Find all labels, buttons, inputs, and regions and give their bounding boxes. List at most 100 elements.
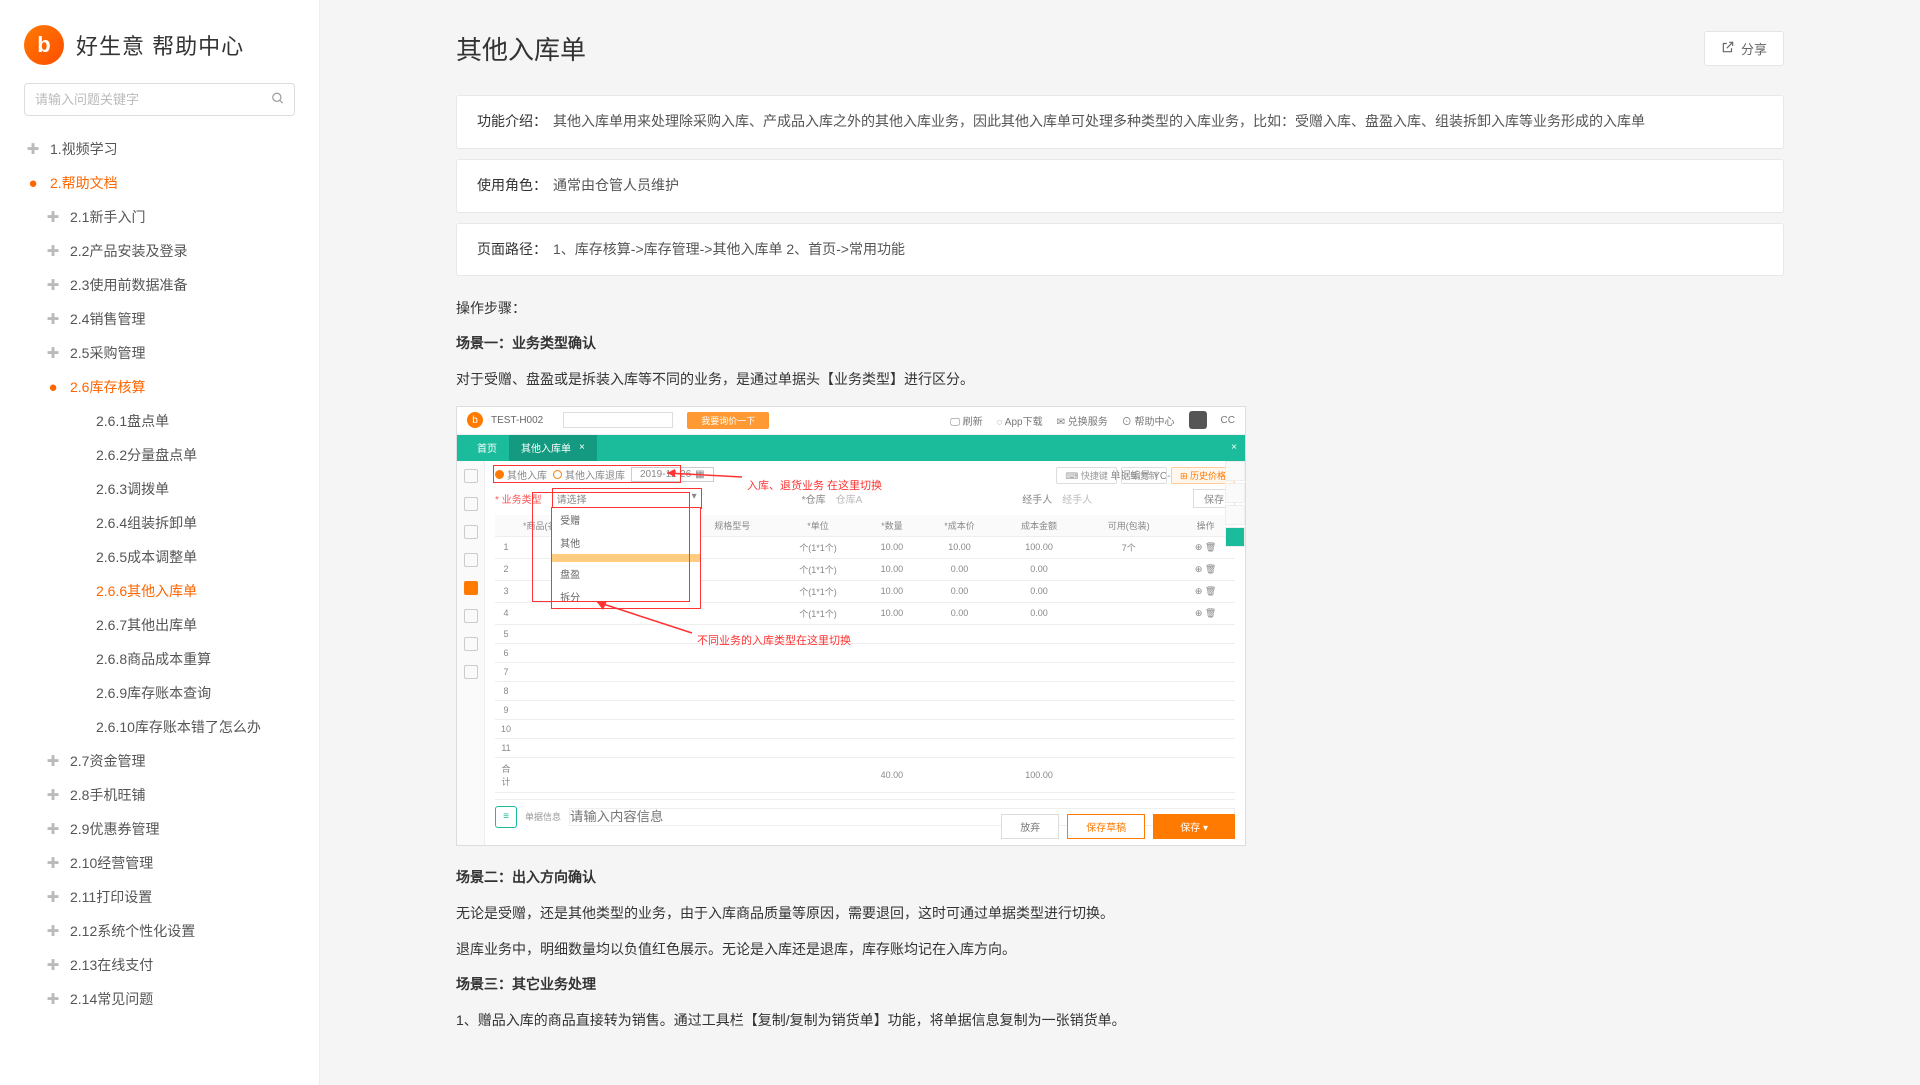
calendar-icon: [464, 553, 478, 567]
scene1-title: 场景一：业务类型确认: [456, 332, 1784, 356]
ss-avatar-icon: [1189, 411, 1207, 429]
inventory-icon: [464, 581, 478, 595]
role-text: 通常由仓管人员维护: [553, 177, 679, 193]
nav-2-12[interactable]: ✚2.12系统个性化设置: [30, 914, 309, 948]
scene2-p1: 无论是受赠，还是其他类型的业务，由于入库商品质量等原因，需要退回，这时可通过单据…: [456, 902, 1784, 926]
nav-2-3[interactable]: ✚2.3使用前数据准备: [30, 268, 309, 302]
brand-title: 好生意 帮助中心: [76, 29, 244, 61]
nav-2-6-1[interactable]: 2.6.1盘点单: [82, 404, 309, 438]
intro-text: 其他入库单用来处理除采购入库、产成品入库之外的其他入库业务，因此其他入库单可处理…: [553, 113, 1645, 129]
role-panel: 使用角色： 通常由仓管人员维护: [456, 159, 1784, 213]
share-label: 分享: [1741, 39, 1767, 58]
plus-icon: ✚: [44, 922, 62, 940]
fullscreen-icon: [1225, 527, 1245, 547]
annotation-box-radio: [493, 465, 681, 483]
nav-2-2[interactable]: ✚2.2产品安装及登录: [30, 234, 309, 268]
ss-user-name: CC: [1221, 415, 1235, 426]
nav-2-14[interactable]: ✚2.14常见问题: [30, 982, 309, 1016]
link-icon: [1225, 505, 1245, 525]
nav-2-4[interactable]: ✚2.4销售管理: [30, 302, 309, 336]
annotation-text-1: 入库、退货业务 在这里切换: [747, 477, 882, 493]
nav-2-6-7[interactable]: 2.6.7其他出库单: [82, 608, 309, 642]
nav-2-10[interactable]: ✚2.10经营管理: [30, 846, 309, 880]
expand-icon: [1225, 483, 1245, 503]
ss-shortcut-pill: ⌨ 快捷键: [1056, 467, 1117, 484]
intro-label: 功能介绍：: [477, 113, 547, 129]
gear-icon: [464, 665, 478, 679]
scene2-title: 场景二：出入方向确认: [456, 866, 1784, 890]
scene2-p2: 退库业务中，明细数量均以负值红色展示。无论是入库还是退库，库存账均记在入库方向。: [456, 938, 1784, 962]
page-title: 其他入库单: [456, 30, 586, 67]
nav-video-learning[interactable]: ✚1.视频学习: [10, 132, 309, 166]
nav-2-6[interactable]: ●2.6库存核算: [30, 370, 309, 404]
chart-icon: [464, 637, 478, 651]
close-icon: ×: [1231, 442, 1237, 453]
ss-save-button: 保存 ▾: [1153, 814, 1235, 839]
plus-icon: ✚: [44, 752, 62, 770]
nav-2-8[interactable]: ✚2.8手机旺铺: [30, 778, 309, 812]
share-icon: [1721, 40, 1735, 57]
table-row: 8: [495, 681, 1235, 700]
role-label: 使用角色：: [477, 177, 547, 193]
plus-icon: ✚: [44, 786, 62, 804]
plus-icon: ✚: [44, 956, 62, 974]
wallet-icon: [464, 609, 478, 623]
scene3-title: 场景三：其它业务处理: [456, 973, 1784, 997]
box-icon: [464, 525, 478, 539]
table-row: 6: [495, 643, 1235, 662]
nav-2-6-3[interactable]: 2.6.3调拨单: [82, 472, 309, 506]
nav-2-6-2[interactable]: 2.6.2分量盘点单: [82, 438, 309, 472]
plus-icon: ✚: [44, 310, 62, 328]
ss-right-rail: [1225, 461, 1245, 547]
nav-help-docs[interactable]: ●2.帮助文档: [10, 166, 309, 200]
ss-help-link: ⊙ 帮助中心: [1122, 413, 1175, 428]
minus-icon: ●: [24, 175, 42, 192]
minus-icon: ●: [44, 379, 62, 396]
share-button[interactable]: 分享: [1704, 31, 1784, 66]
ss-tab-home: 首页: [465, 435, 509, 461]
ss-op-label: 经手人: [1022, 491, 1052, 506]
path-label: 页面路径：: [477, 241, 547, 257]
home-icon: [464, 469, 478, 483]
nav-2-13[interactable]: ✚2.13在线支付: [30, 948, 309, 982]
ss-logo-icon: b: [467, 412, 483, 428]
close-icon: ×: [579, 442, 585, 453]
embedded-screenshot: b TEST-H002 我要询价一下 🖵 刷新 ◌ App下载 ✉ 兑换服务 ⊙…: [456, 406, 1246, 846]
nav-2-7[interactable]: ✚2.7资金管理: [30, 744, 309, 778]
nav-2-1[interactable]: ✚2.1新手入门: [30, 200, 309, 234]
steps-heading: 操作步骤：: [456, 298, 1784, 318]
plus-icon: ✚: [44, 820, 62, 838]
nav-2-6-6-current[interactable]: 2.6.6其他入库单: [82, 574, 309, 608]
nav-2-5[interactable]: ✚2.5采购管理: [30, 336, 309, 370]
search-icon[interactable]: [271, 91, 285, 108]
annotation-text-2: 不同业务的入库类型在这里切换: [697, 632, 851, 648]
ss-copy-pill: ≣ 复制: [1121, 467, 1167, 484]
ss-service-link: ✉ 兑换服务: [1057, 413, 1108, 428]
ss-wh-value: 仓库A: [836, 491, 863, 506]
ss-refresh-icon: 🖵 刷新: [950, 413, 982, 428]
ss-download-link: ◌ App下载: [997, 413, 1043, 428]
path-text: 1、库存核算->库存管理->其他入库单 2、首页->常用功能: [553, 241, 905, 257]
search-box: [24, 83, 295, 116]
plus-icon: ✚: [44, 208, 62, 226]
nav-2-6-4[interactable]: 2.6.4组装拆卸单: [82, 506, 309, 540]
nav-2-6-5[interactable]: 2.6.5成本调整单: [82, 540, 309, 574]
brand-header: b 好生意 帮助中心: [0, 20, 319, 83]
ss-top-search: [563, 412, 673, 428]
nav-2-11[interactable]: ✚2.11打印设置: [30, 880, 309, 914]
nav-2-9[interactable]: ✚2.9优惠券管理: [30, 812, 309, 846]
nav-tree: ✚1.视频学习 ●2.帮助文档 ✚2.1新手入门 ✚2.2产品安装及登录 ✚2.…: [0, 132, 319, 1016]
note-icon: ≡: [495, 806, 517, 828]
sidebar: b 好生意 帮助中心 ✚1.视频学习 ●2.帮助文档 ✚2.1新手入门 ✚2.2…: [0, 0, 320, 1085]
nav-2-6-9[interactable]: 2.6.9库存账本查询: [82, 676, 309, 710]
table-row: 9: [495, 700, 1235, 719]
print-icon: [1225, 461, 1245, 481]
search-input[interactable]: [24, 83, 295, 116]
nav-2-6-10[interactable]: 2.6.10库存账本错了怎么办: [82, 710, 309, 744]
table-row: 7: [495, 662, 1235, 681]
nav-2-6-8[interactable]: 2.6.8商品成本重算: [82, 642, 309, 676]
ss-left-rail: [457, 461, 485, 845]
arrow-icon: [657, 463, 747, 483]
ss-tab-doc: 其他入库单×: [509, 435, 597, 461]
plus-icon: ✚: [44, 344, 62, 362]
